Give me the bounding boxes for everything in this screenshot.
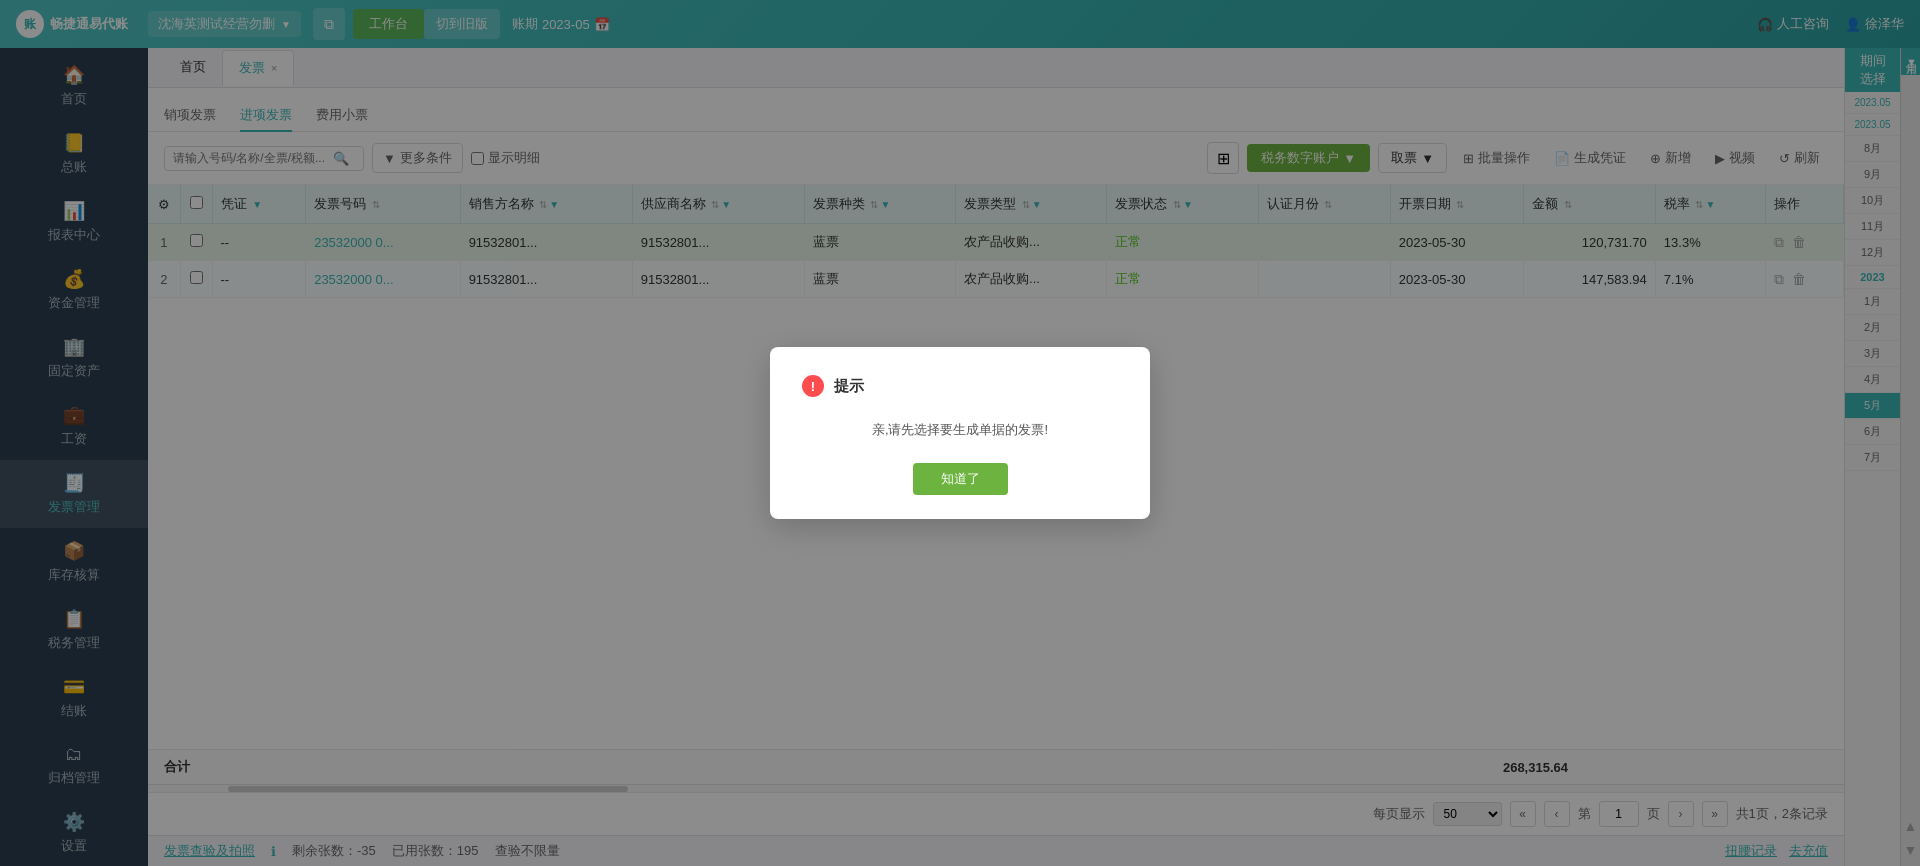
- modal-footer: 知道了: [802, 463, 1118, 495]
- modal-ok-button[interactable]: 知道了: [913, 463, 1008, 495]
- modal-warning-icon: !: [802, 375, 824, 397]
- modal-dialog: ! 提示 亲,请先选择要生成单据的发票! 知道了: [770, 347, 1150, 519]
- modal-title-row: ! 提示: [802, 375, 1118, 397]
- modal-overlay: ! 提示 亲,请先选择要生成单据的发票! 知道了: [0, 0, 1920, 866]
- modal-body: 亲,请先选择要生成单据的发票!: [802, 413, 1118, 447]
- modal-title: 提示: [834, 377, 864, 396]
